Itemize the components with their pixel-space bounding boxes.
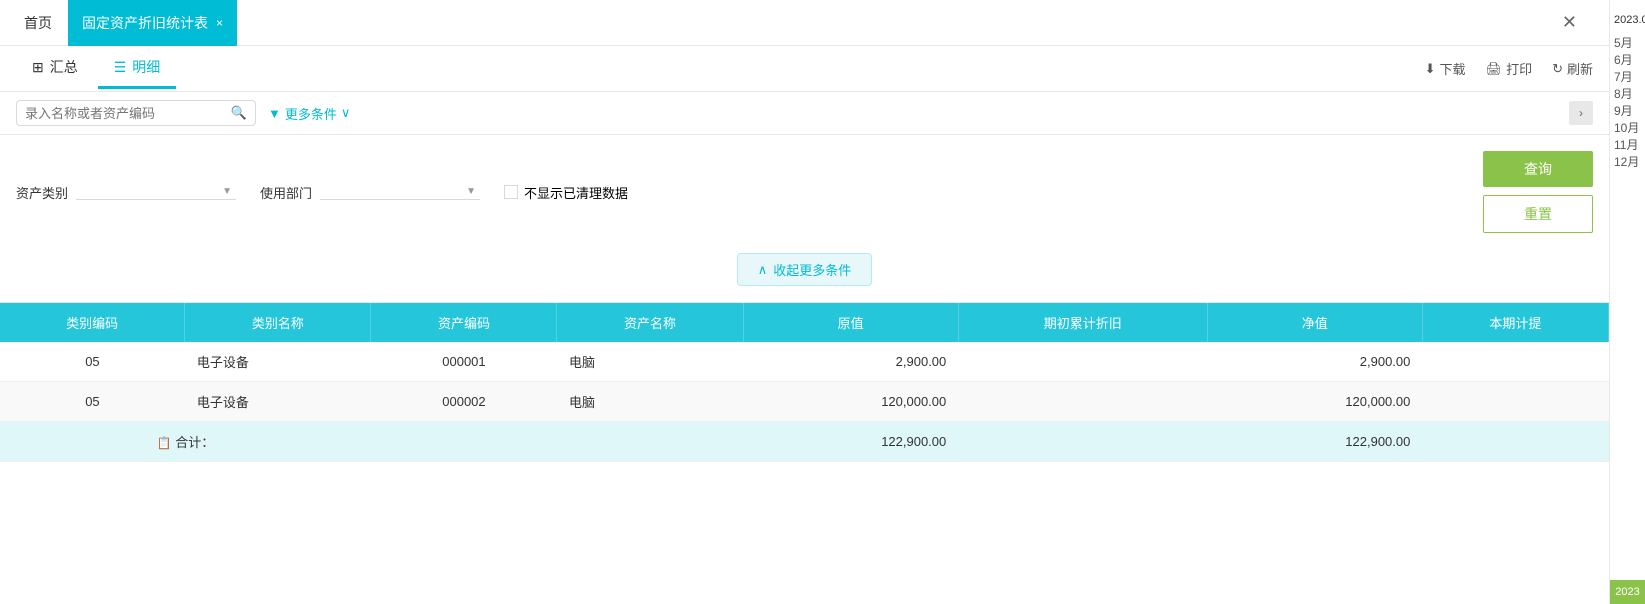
- collapse-label: 收起更多条件: [773, 260, 851, 279]
- tab-detail[interactable]: ☰ 明细: [98, 49, 177, 89]
- department-select[interactable]: ▼: [320, 184, 480, 200]
- summary-row: 📋 合计： 122,900.00 122,900.00: [0, 422, 1609, 462]
- cell-original-value: 2,900.00: [743, 342, 958, 382]
- data-table: 类别编码 类别名称 资产编码 资产名称 原值 期初累计折旧 净值 本期计提 05…: [0, 303, 1609, 462]
- cell-asset-code: 000002: [371, 382, 557, 422]
- summary-original-value: 122,900.00: [743, 422, 958, 462]
- summary-net-value: 122,900.00: [1207, 422, 1422, 462]
- hide-cleared-label: 不显示已清理数据: [524, 183, 628, 202]
- summary-accumulated-depreciation: [958, 422, 1207, 462]
- table-row: 05 电子设备 000002 电脑 120,000.00 120,000.00: [0, 382, 1609, 422]
- more-filters-label: 更多条件: [285, 104, 337, 123]
- summary-icon: ⊞: [32, 59, 44, 76]
- active-tab[interactable]: 固定资产折旧统计表 ×: [68, 0, 237, 46]
- tab-detail-label: 明细: [132, 57, 160, 77]
- expand-panel-button[interactable]: ›: [1569, 101, 1593, 125]
- cell-asset-name: 电脑: [557, 342, 743, 382]
- hide-cleared-checkbox[interactable]: 不显示已清理数据: [504, 183, 628, 202]
- cell-asset-name: 电脑: [557, 382, 743, 422]
- cell-asset-code: 000001: [371, 342, 557, 382]
- department-label: 使用部门: [260, 183, 312, 202]
- cell-net-value: 120,000.00: [1207, 382, 1422, 422]
- search-icon: 🔍: [231, 105, 247, 121]
- checkbox-box: [504, 185, 518, 199]
- col-current-period: 本期计提: [1422, 303, 1608, 342]
- home-nav[interactable]: 首页: [16, 13, 60, 33]
- summary-asset-code: [371, 422, 557, 462]
- cell-category-code: 05: [0, 342, 185, 382]
- summary-label: 📋 合计：: [0, 422, 371, 462]
- col-original-value: 原值: [743, 303, 958, 342]
- data-table-container: 类别编码 类别名称 资产编码 资产名称 原值 期初累计折旧 净值 本期计提 05…: [0, 303, 1609, 604]
- year-badge[interactable]: 2023: [1610, 580, 1645, 604]
- reset-button[interactable]: 重置: [1483, 195, 1593, 233]
- summary-current-period: [1422, 422, 1608, 462]
- window-close-button[interactable]: ✕: [1562, 12, 1577, 33]
- cell-net-value: 2,900.00: [1207, 342, 1422, 382]
- chevron-right-icon: ›: [1579, 106, 1583, 120]
- sidebar-month-item[interactable]: 12月: [1610, 149, 1643, 175]
- print-icon: 🖨: [1486, 61, 1503, 77]
- cell-category-name: 电子设备: [185, 342, 371, 382]
- col-accumulated-depreciation: 期初累计折旧: [958, 303, 1207, 342]
- right-sidebar: 2023.01 5月6月7月8月9月10月11月12月 2023: [1609, 0, 1645, 604]
- asset-category-arrow-icon: ▼: [222, 186, 232, 197]
- refresh-label: 刷新: [1567, 59, 1593, 78]
- col-asset-name: 资产名称: [557, 303, 743, 342]
- col-category-name: 类别名称: [185, 303, 371, 342]
- cell-accumulated-depreciation: [958, 342, 1207, 382]
- download-label: 下载: [1440, 59, 1466, 78]
- print-button[interactable]: 🖨 打印: [1486, 59, 1533, 78]
- cell-accumulated-depreciation: [958, 382, 1207, 422]
- tab-summary[interactable]: ⊞ 汇总: [16, 49, 94, 89]
- current-date-label: 2023.01: [1610, 8, 1645, 32]
- cell-current-period: [1422, 382, 1608, 422]
- col-net-value: 净值: [1207, 303, 1422, 342]
- refresh-button[interactable]: ↻ 刷新: [1552, 59, 1593, 78]
- cell-original-value: 120,000.00: [743, 382, 958, 422]
- download-button[interactable]: ⬇ 下载: [1425, 59, 1466, 78]
- chevron-down-icon: ∨: [341, 105, 351, 121]
- cell-category-name: 电子设备: [185, 382, 371, 422]
- more-filters-button[interactable]: ▼ 更多条件 ∨: [268, 104, 350, 123]
- detail-icon: ☰: [114, 59, 127, 76]
- download-icon: ⬇: [1425, 61, 1436, 77]
- cell-current-period: [1422, 342, 1608, 382]
- search-wrap: 🔍: [16, 100, 256, 126]
- asset-category-select[interactable]: ▼: [76, 184, 236, 200]
- search-input[interactable]: [25, 106, 225, 121]
- department-arrow-icon: ▼: [466, 186, 476, 197]
- col-category-code: 类别编码: [0, 303, 185, 342]
- col-asset-code: 资产编码: [371, 303, 557, 342]
- asset-category-label: 资产类别: [16, 183, 68, 202]
- collapse-more-button[interactable]: ∧ 收起更多条件: [737, 253, 873, 286]
- table-row: 05 电子设备 000001 电脑 2,900.00 2,900.00: [0, 342, 1609, 382]
- filter-icon: ▼: [268, 106, 281, 121]
- query-button[interactable]: 查询: [1483, 151, 1593, 187]
- tab-summary-label: 汇总: [50, 57, 78, 77]
- summary-asset-name: [557, 422, 743, 462]
- collapse-icon: ∧: [758, 262, 768, 278]
- print-label: 打印: [1506, 59, 1532, 78]
- tab-label: 固定资产折旧统计表: [82, 13, 208, 33]
- cell-category-code: 05: [0, 382, 185, 422]
- tab-close-icon[interactable]: ×: [216, 16, 223, 30]
- refresh-icon: ↻: [1552, 61, 1563, 77]
